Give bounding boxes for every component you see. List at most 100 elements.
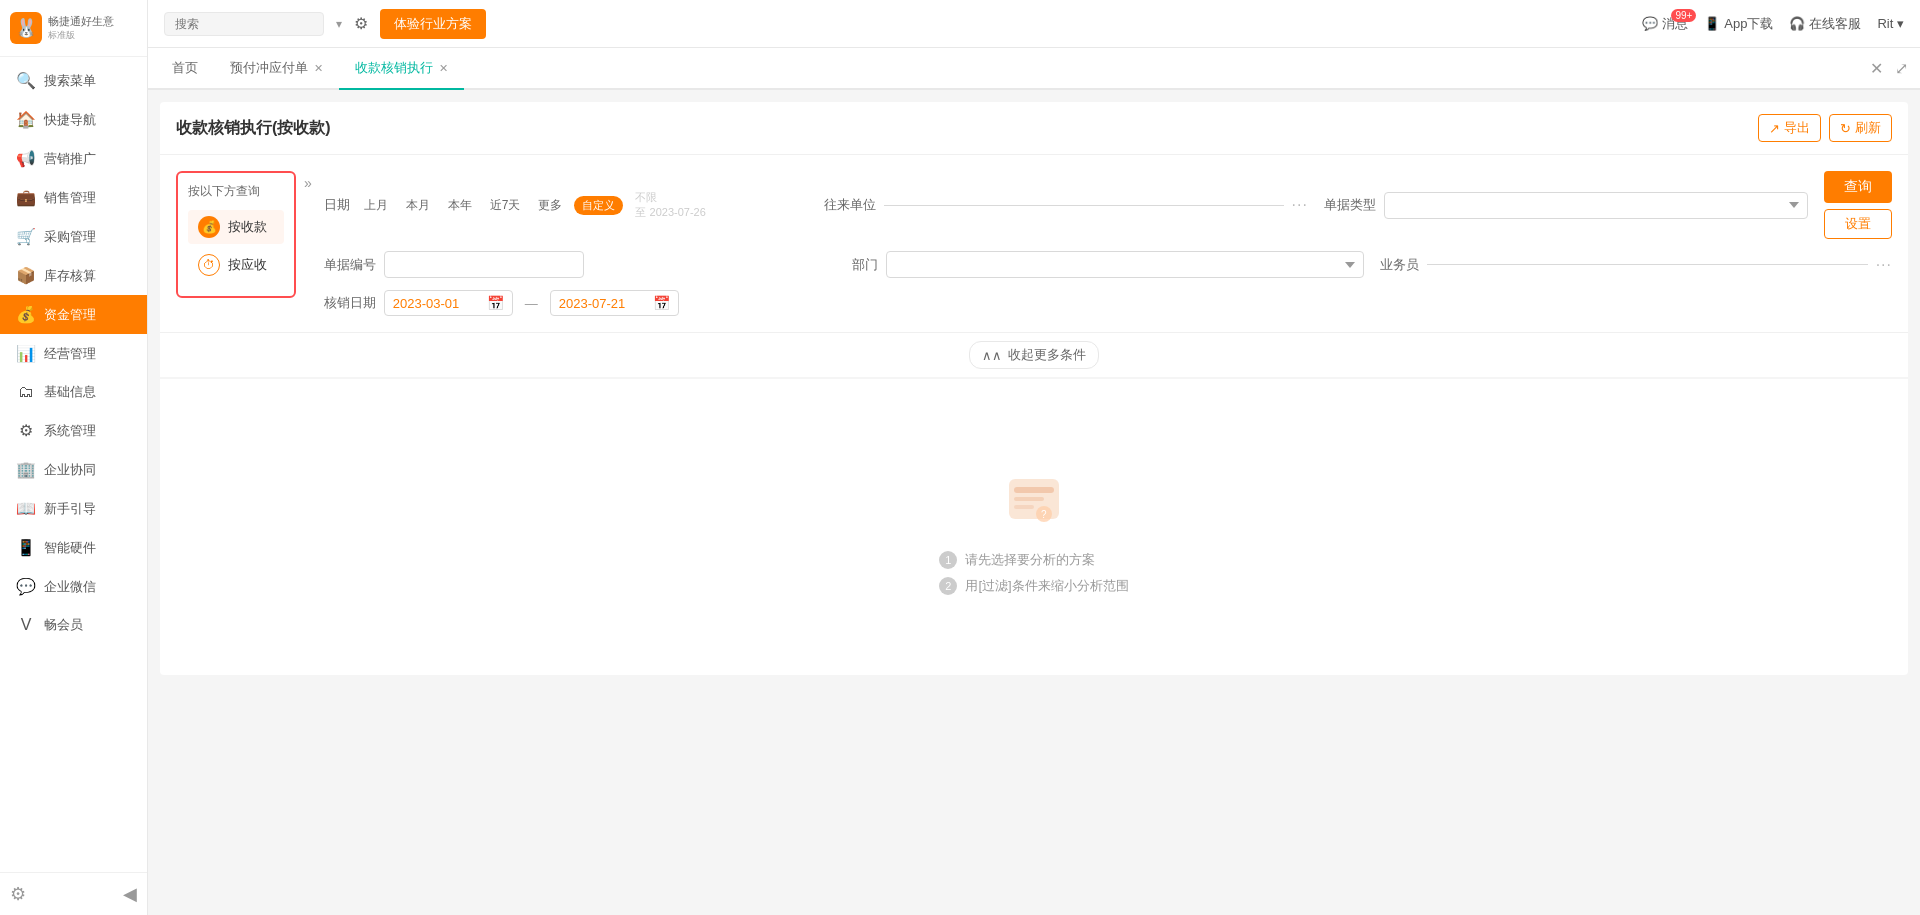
collapse-left-panel-icon[interactable]: » (304, 175, 312, 191)
purchase-icon: 🛒 (16, 227, 36, 246)
sidebar-item-label: 新手引导 (44, 500, 96, 518)
dept-field: 部门 (852, 251, 1364, 278)
tab-home[interactable]: 首页 (156, 48, 214, 90)
tab-receipt-offset[interactable]: 收款核销执行 ✕ (339, 48, 464, 90)
dept-select[interactable] (886, 251, 1364, 278)
filter-by-receivable[interactable]: ⏱ 按应收 (188, 248, 284, 282)
sidebar-logo-title: 畅捷通好生意 (48, 14, 114, 28)
user-menu[interactable]: Rit ▾ (1877, 16, 1904, 31)
query-button[interactable]: 查询 (1824, 171, 1892, 203)
sidebar-item-basic-info[interactable]: 🗂基础信息 (0, 373, 147, 411)
expand-tabs-icon[interactable]: ⤢ (1891, 55, 1912, 82)
sidebar-logo: 🐰 畅捷通好生意 标准版 (0, 0, 147, 57)
sidebar-item-marketing[interactable]: 📢营销推广 (0, 139, 147, 178)
page-header: 收款核销执行(按收款) ↗ 导出 ↻ 刷新 (160, 102, 1908, 154)
page-actions: ↗ 导出 ↻ 刷新 (1758, 114, 1892, 142)
sidebar-item-label: 库存核算 (44, 267, 96, 285)
content-area: 收款核销执行(按收款) ↗ 导出 ↻ 刷新 按以下方查询 💰 (148, 90, 1920, 915)
filter-type-selector: 按以下方查询 💰 按收款 ⏱ 按应收 (176, 171, 296, 298)
filter-by-receipt[interactable]: 💰 按收款 (188, 210, 284, 244)
topbar-right: 💬 消息 99+ 📱 App下载 🎧 在线客服 Rit ▾ (1642, 15, 1904, 33)
dropdown-arrow-icon[interactable]: ▾ (336, 17, 342, 31)
main-area: ▾ ⚙ 体验行业方案 💬 消息 99+ 📱 App下载 🎧 在线客服 Rit ▾ (148, 0, 1920, 915)
tab-receipt-close-icon[interactable]: ✕ (439, 62, 448, 75)
sidebar: 🐰 畅捷通好生意 标准版 🔍搜索菜单🏠快捷导航📢营销推广💼销售管理🛒采购管理📦库… (0, 0, 148, 915)
collapse-label: 收起更多条件 (1008, 346, 1086, 364)
dept-label: 部门 (852, 256, 878, 274)
offset-date-end-input[interactable] (559, 296, 649, 311)
sidebar-item-finance[interactable]: 💰资金管理 (0, 295, 147, 334)
filter-action-buttons: 查询 设置 (1824, 171, 1892, 239)
doc-num-input[interactable] (384, 251, 584, 278)
sidebar-item-quick-nav[interactable]: 🏠快捷导航 (0, 100, 147, 139)
filter-row-1: 日期 上月 本月 本年 近7天 更多 自定义 不限 至 2023-07-26 (324, 171, 1892, 239)
tip-text-2: 用[过滤]条件来缩小分析范围 (965, 577, 1128, 595)
sidebar-item-enterprise[interactable]: 🏢企业协同 (0, 450, 147, 489)
sales-icon: 💼 (16, 188, 36, 207)
date-last-month[interactable]: 上月 (358, 195, 394, 216)
sidebar-item-search-menu[interactable]: 🔍搜索菜单 (0, 61, 147, 100)
sidebar-item-sales[interactable]: 💼销售管理 (0, 178, 147, 217)
topbar-gear-icon[interactable]: ⚙ (354, 14, 368, 33)
basic-info-icon: 🗂 (16, 383, 36, 401)
sidebar-item-sys-mgmt[interactable]: ⚙ 系统管理 (0, 411, 147, 450)
search-menu-icon: 🔍 (16, 71, 36, 90)
staff-more-icon[interactable]: ··· (1876, 256, 1892, 274)
receivable-icon: ⏱ (198, 254, 220, 276)
sys-mgmt-icon: ⚙ (16, 421, 36, 440)
export-button[interactable]: ↗ 导出 (1758, 114, 1821, 142)
sidebar-item-guide[interactable]: 📖 新手引导 (0, 489, 147, 528)
offset-date-end-cal-icon[interactable]: 📅 (653, 295, 670, 311)
search-input[interactable] (164, 12, 324, 36)
filter-fields: 日期 上月 本月 本年 近7天 更多 自定义 不限 至 2023-07-26 (324, 171, 1892, 316)
date-this-month[interactable]: 本月 (400, 195, 436, 216)
service-icon: 🎧 (1789, 16, 1805, 31)
offset-date-start-input[interactable] (393, 296, 483, 311)
message-badge: 99+ (1671, 9, 1696, 22)
collapse-more-button[interactable]: ∧∧ 收起更多条件 (969, 341, 1099, 369)
date-no-limit: 不限 (635, 190, 705, 205)
tab-prepay-close-icon[interactable]: ✕ (314, 62, 323, 75)
sidebar-item-member[interactable]: V畅会员 (0, 606, 147, 644)
sidebar-item-wechat-biz[interactable]: 💬企业微信 (0, 567, 147, 606)
date-range-separator: — (521, 296, 542, 311)
offset-date-start-wrap: 📅 (384, 290, 513, 316)
empty-state: ? 1 请先选择要分析的方案 2 用[过滤]条件来缩小分析范围 (160, 379, 1908, 675)
doc-type-select[interactable] (1384, 192, 1808, 219)
message-icon: 💬 (1642, 16, 1658, 31)
date-custom-btn[interactable]: 自定义 (574, 196, 623, 215)
industry-btn[interactable]: 体验行业方案 (380, 9, 486, 39)
empty-tip-2: 2 用[过滤]条件来缩小分析范围 (939, 577, 1128, 595)
svg-rect-3 (1014, 505, 1034, 509)
message-button[interactable]: 💬 消息 99+ (1642, 15, 1688, 33)
app-download-button[interactable]: 📱 App下载 (1704, 15, 1773, 33)
date-this-year[interactable]: 本年 (442, 195, 478, 216)
app-icon: 📱 (1704, 16, 1720, 31)
sidebar-item-label: 智能硬件 (44, 539, 96, 557)
staff-label: 业务员 (1380, 256, 1419, 274)
sidebar-nav: 🔍搜索菜单🏠快捷导航📢营销推广💼销售管理🛒采购管理📦库存核算💰资金管理📊经营管理… (0, 57, 147, 872)
date-7days[interactable]: 近7天 (484, 195, 527, 216)
sidebar-item-smart-hw[interactable]: 📱 智能硬件 (0, 528, 147, 567)
offset-date-label: 核销日期 (324, 294, 376, 312)
partner-more-icon[interactable]: ··· (1292, 196, 1308, 214)
by-receipt-label: 按收款 (228, 218, 267, 236)
offset-date-start-cal-icon[interactable]: 📅 (487, 295, 504, 311)
refresh-button[interactable]: ↻ 刷新 (1829, 114, 1892, 142)
settings-button[interactable]: 设置 (1824, 209, 1892, 239)
guide-icon: 📖 (16, 499, 36, 518)
page-title: 收款核销执行(按收款) (176, 118, 331, 139)
sidebar-item-label: 资金管理 (44, 306, 96, 324)
tab-prepay-offset[interactable]: 预付冲应付单 ✕ (214, 48, 339, 90)
collapse-sidebar-icon[interactable]: ◀ (123, 883, 137, 905)
sidebar-item-purchase[interactable]: 🛒采购管理 (0, 217, 147, 256)
online-service-button[interactable]: 🎧 在线客服 (1789, 15, 1861, 33)
sidebar-item-inventory[interactable]: 📦库存核算 (0, 256, 147, 295)
filter-row-2: 单据编号 部门 业务员 ··· (324, 251, 1892, 278)
sidebar-item-label: 系统管理 (44, 422, 96, 440)
smart-hw-icon: 📱 (16, 538, 36, 557)
date-more[interactable]: 更多 (532, 195, 568, 216)
close-tab-icon[interactable]: ✕ (1866, 55, 1887, 82)
settings-icon[interactable]: ⚙ (10, 883, 26, 905)
sidebar-item-biz-mgmt[interactable]: 📊经营管理 (0, 334, 147, 373)
